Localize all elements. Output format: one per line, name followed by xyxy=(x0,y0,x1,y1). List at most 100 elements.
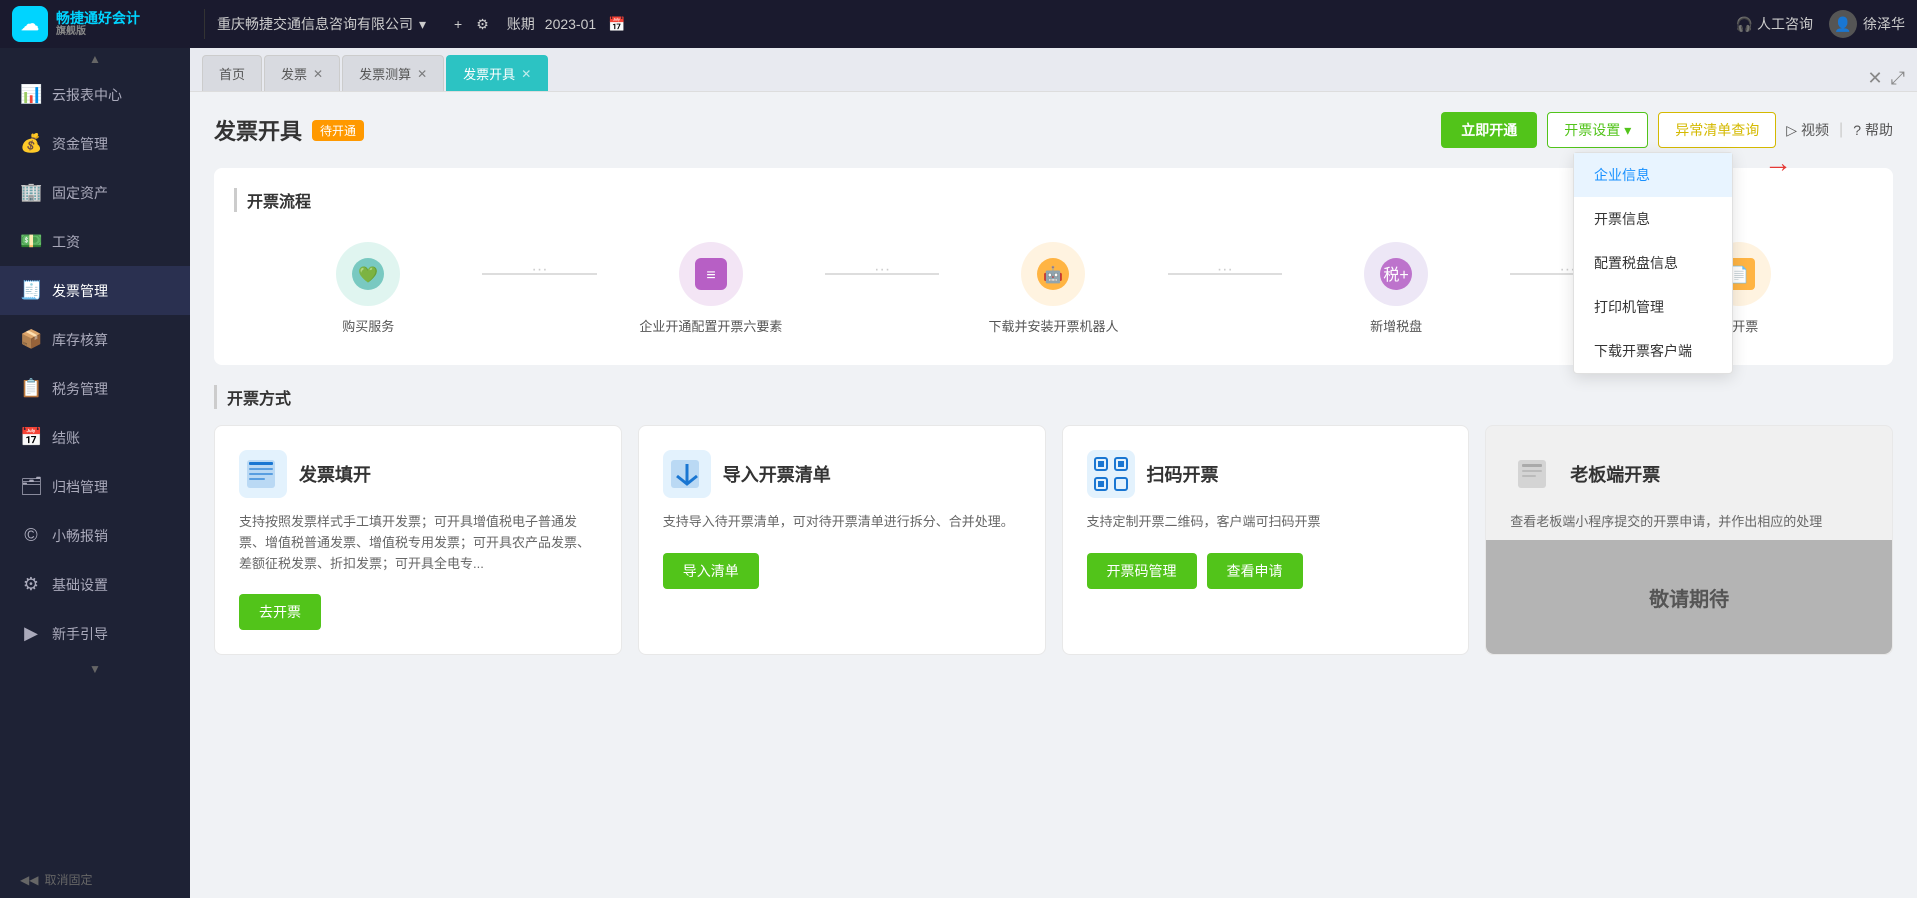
dropdown-download-client[interactable]: 下载开票客户端 xyxy=(1574,329,1732,373)
calendar-icon[interactable]: 📅 xyxy=(608,16,625,33)
method-card-scan: 扫码开票 支持定制开票二维码，客户端可扫码开票 开票码管理 查看申请 xyxy=(1062,425,1470,655)
guidang-icon: 🗂 xyxy=(20,476,42,497)
help-button[interactable]: ? 帮助 xyxy=(1853,120,1893,140)
sidebar-item-zijin[interactable]: 💰 资金管理 xyxy=(0,119,190,168)
headset-icon: 🎧 xyxy=(1736,16,1753,33)
svg-text:≡: ≡ xyxy=(706,267,715,284)
sidebar-item-guidang-label: 归档管理 xyxy=(52,477,108,497)
boss-invoice-title: 老板端开票 xyxy=(1570,461,1660,487)
fill-invoice-button[interactable]: 去开票 xyxy=(239,594,321,630)
company-selector[interactable]: 重庆畅捷交通信息咨询有限公司 ▾ xyxy=(217,14,426,34)
sidebar-item-yunbao-label: 云报表中心 xyxy=(52,85,122,105)
tab-bar: 首页 发票 ✕ 发票测算 ✕ 发票开具 ✕ ✕ ⤢ xyxy=(190,48,1917,92)
status-badge: 待开通 xyxy=(312,120,364,141)
immediate-open-button[interactable]: 立即开通 xyxy=(1441,112,1537,148)
scan-code-manage-button[interactable]: 开票码管理 xyxy=(1087,553,1197,589)
user-area[interactable]: 👤 徐泽华 xyxy=(1829,10,1905,38)
sidebar-item-gudingzichan-label: 固定资产 xyxy=(52,183,108,203)
sidebar-item-gongzi[interactable]: 💵 工资 xyxy=(0,217,190,266)
tab-fapiaokaiqu-close[interactable]: ✕ xyxy=(521,67,531,81)
fill-invoice-title: 发票填开 xyxy=(299,461,371,487)
support-button[interactable]: 🎧 人工咨询 xyxy=(1736,14,1813,34)
method-scan-header: 扫码开票 xyxy=(1087,450,1445,498)
tab-fapiao-label: 发票 xyxy=(281,64,307,83)
sidebar-cancel-fixed[interactable]: ◀◀ 取消固定 xyxy=(0,861,190,898)
sidebar-item-xinshou-label: 新手引导 xyxy=(52,624,108,644)
chevron-down-icon: ▾ xyxy=(1624,122,1631,139)
printer-label: 打印机管理 xyxy=(1594,297,1664,317)
sidebar-item-shuiwu-label: 税务管理 xyxy=(52,379,108,399)
sidebar-item-kucun[interactable]: 📦 库存核算 xyxy=(0,315,190,364)
company-name: 重庆畅捷交通信息咨询有限公司 xyxy=(217,14,413,34)
xinshou-icon: ▶ xyxy=(20,623,42,644)
sidebar-item-fapiao-label: 发票管理 xyxy=(52,281,108,301)
expand-button[interactable]: ⤢ xyxy=(1891,69,1905,87)
sidebar-item-jiezhang[interactable]: 📅 结账 xyxy=(0,413,190,462)
sidebar-item-gudingzichan[interactable]: 🏢 固定资产 xyxy=(0,168,190,217)
dropdown-tax-disk[interactable]: 配置税盘信息 xyxy=(1574,241,1732,285)
divider-1 xyxy=(204,9,205,39)
boss-overlay: 敬请期待 xyxy=(1486,540,1892,654)
sidebar-item-fapiao[interactable]: 🧾 发票管理 xyxy=(0,266,190,315)
settings-icon[interactable]: ⚙ xyxy=(476,16,489,33)
tab-fapiaocesuan[interactable]: 发票测算 ✕ xyxy=(342,55,444,91)
connector-3 xyxy=(1168,273,1282,275)
sidebar-item-jichu[interactable]: ⚙ 基础设置 xyxy=(0,560,190,609)
close-all-button[interactable]: ✕ xyxy=(1868,69,1883,87)
dropdown-company-info[interactable]: 企业信息 xyxy=(1574,153,1732,197)
support-label: 人工咨询 xyxy=(1757,14,1813,34)
sidebar-item-yunbao[interactable]: 📊 云报表中心 xyxy=(0,70,190,119)
period-value: 2023-01 xyxy=(545,16,596,32)
methods-section-title: 开票方式 xyxy=(214,385,1893,409)
fapiao-icon: 🧾 xyxy=(20,280,42,301)
import-invoice-button[interactable]: 导入清单 xyxy=(663,553,759,589)
logo-icon: ☁ xyxy=(12,6,48,42)
separator: | xyxy=(1839,121,1843,139)
tab-bar-actions: ✕ ⤢ xyxy=(1868,69,1906,91)
sidebar-item-xiaochang-label: 小畅报销 xyxy=(52,526,108,546)
sidebar-scroll-down[interactable]: ▼ xyxy=(0,658,190,680)
kucun-icon: 📦 xyxy=(20,329,42,350)
dropdown-invoice-info[interactable]: 开票信息 xyxy=(1574,197,1732,241)
sidebar-item-jiezhang-label: 结账 xyxy=(52,428,80,448)
download-client-label: 下载开票客户端 xyxy=(1594,341,1692,361)
user-avatar: 👤 xyxy=(1829,10,1857,38)
page-actions: 立即开通 开票设置 ▾ 异常清单查询 ▷ 视频 | ? 帮助 xyxy=(1441,112,1893,148)
tab-fapiaocesuan-close[interactable]: ✕ xyxy=(417,67,427,81)
zijin-icon: 💰 xyxy=(20,133,42,154)
download-robot-icon: 🤖 xyxy=(1021,242,1085,306)
scan-invoice-icon xyxy=(1087,450,1135,498)
connector-1 xyxy=(482,273,596,275)
scan-invoice-buttons: 开票码管理 查看申请 xyxy=(1087,553,1445,589)
abnormal-query-button[interactable]: 异常清单查询 xyxy=(1658,112,1776,148)
method-fill-header: 发票填开 xyxy=(239,450,597,498)
tab-home[interactable]: 首页 xyxy=(202,55,262,91)
logo: ☁ 畅捷通好会计 旗舰版 xyxy=(12,6,192,42)
invoice-settings-button[interactable]: 开票设置 ▾ xyxy=(1547,112,1648,148)
xiaochang-icon: © xyxy=(20,525,42,546)
sidebar-item-shuiwu[interactable]: 📋 税务管理 xyxy=(0,364,190,413)
sidebar-item-xiaochang[interactable]: © 小畅报销 xyxy=(0,511,190,560)
dropdown-printer[interactable]: 打印机管理 xyxy=(1574,285,1732,329)
sidebar-item-guidang[interactable]: 🗂 归档管理 xyxy=(0,462,190,511)
yunbao-icon: 📊 xyxy=(20,84,42,105)
page-title: 发票开具 xyxy=(214,114,302,146)
tab-fapiao[interactable]: 发票 ✕ xyxy=(264,55,340,91)
boss-invoice-desc: 查看老板端小程序提交的开票申请，并作出相应的处理 xyxy=(1510,512,1868,533)
video-button[interactable]: ▷ 视频 xyxy=(1786,120,1829,140)
help-icon: ? xyxy=(1853,122,1861,138)
sidebar-item-xinshou[interactable]: ▶ 新手引导 xyxy=(0,609,190,658)
fill-invoice-icon xyxy=(239,450,287,498)
pin-icon: ◀◀ xyxy=(20,873,38,887)
top-bar-actions: 🎧 人工咨询 👤 徐泽华 xyxy=(1736,10,1905,38)
sidebar-scroll-up[interactable]: ▲ xyxy=(0,48,190,70)
tab-fapiaokaiqu[interactable]: 发票开具 ✕ xyxy=(446,55,548,91)
plus-icon[interactable]: + xyxy=(454,16,462,32)
scan-view-apply-button[interactable]: 查看申请 xyxy=(1207,553,1303,589)
config-icon: ≡ xyxy=(679,242,743,306)
tab-fapiao-close[interactable]: ✕ xyxy=(313,67,323,81)
taxdisk-label: 新增税盘 xyxy=(1370,316,1422,335)
method-import-header: 导入开票清单 xyxy=(663,450,1021,498)
invoice-settings-label: 开票设置 xyxy=(1564,120,1620,140)
company-dropdown-icon: ▾ xyxy=(419,16,426,33)
